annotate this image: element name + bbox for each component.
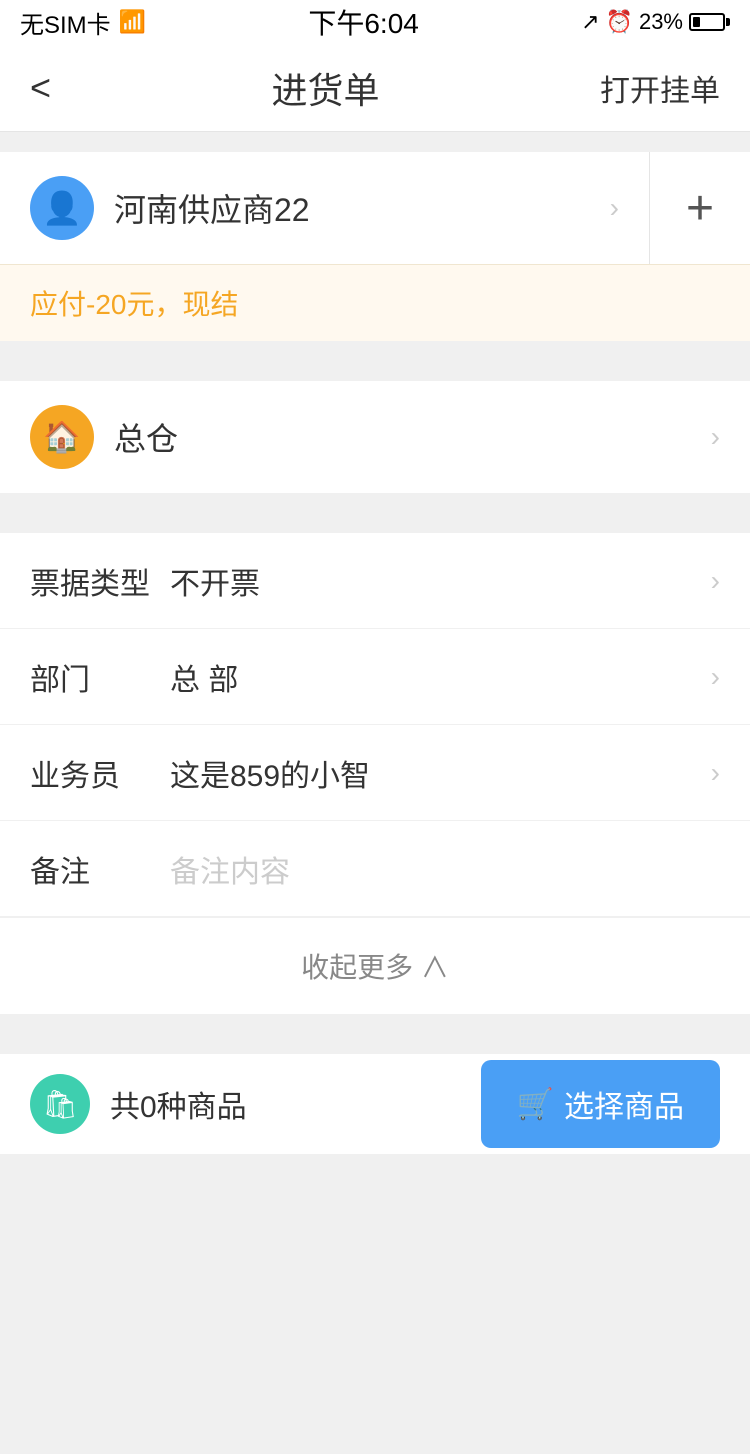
bottom-bar: 🛍 共0种商品 🛒 选择商品 (0, 1054, 750, 1154)
department-chevron: › (711, 661, 720, 693)
carrier-text: 无SIM卡 (20, 5, 111, 40)
section-gap-1 (0, 132, 750, 152)
remark-input[interactable]: 备注内容 (150, 847, 720, 891)
status-time: 下午6:04 (308, 2, 419, 42)
wifi-icon: 📶 (119, 9, 146, 35)
section-gap-2 (0, 341, 750, 361)
remark-row[interactable]: 备注 备注内容 (0, 821, 750, 917)
collapse-label: 收起更多 ∧ (301, 952, 449, 983)
add-supplier-button[interactable]: + (650, 152, 750, 264)
status-left: 无SIM卡 📶 (20, 5, 146, 40)
invoice-type-row[interactable]: 票据类型 不开票 › (0, 533, 750, 629)
invoice-type-chevron: › (711, 565, 720, 597)
notice-text: 应付-20元，现结 (30, 289, 238, 320)
status-right: ↗ ⏰ 23% (581, 9, 730, 35)
warehouse-row[interactable]: 🏠 总仓 › (0, 381, 750, 493)
supplier-name: 河南供应商22 (114, 185, 600, 231)
notice-banner: 应付-20元，现结 (0, 264, 750, 341)
collapse-button[interactable]: 收起更多 ∧ (0, 917, 750, 1014)
salesperson-label: 业务员 (30, 751, 150, 795)
nav-bar: < 进货单 打开挂单 (0, 44, 750, 132)
invoice-type-value: 不开票 (150, 559, 701, 603)
warehouse-chevron-icon: › (711, 421, 720, 453)
person-icon: 👤 (42, 189, 82, 227)
battery-text: 23% (639, 9, 683, 35)
supplier-section: 👤 河南供应商22 › + (0, 152, 750, 264)
select-product-button[interactable]: 🛒 选择商品 (481, 1060, 720, 1148)
select-btn-label: 选择商品 (564, 1082, 684, 1126)
salesperson-row[interactable]: 业务员 这是859的小智 › (0, 725, 750, 821)
invoice-type-label: 票据类型 (30, 559, 150, 603)
supplier-avatar: 👤 (30, 176, 94, 240)
salesperson-value: 这是859的小智 (150, 751, 701, 795)
section-gap-4 (0, 1014, 750, 1034)
product-count-text: 共0种商品 (110, 1082, 481, 1126)
content-background (0, 1154, 750, 1454)
department-row[interactable]: 部门 总 部 › (0, 629, 750, 725)
alarm-icon: ⏰ (606, 9, 633, 35)
product-icon-wrap: 🛍 (30, 1074, 90, 1134)
salesperson-chevron: › (711, 757, 720, 789)
battery-icon (689, 13, 730, 31)
warehouse-icon: 🏠 (43, 420, 80, 455)
status-bar: 无SIM卡 📶 下午6:04 ↗ ⏰ 23% (0, 0, 750, 44)
page-title: 进货单 (272, 62, 380, 114)
shopping-bag-icon: 🛍 (42, 1088, 78, 1121)
supplier-selector[interactable]: 👤 河南供应商22 › (0, 152, 650, 264)
location-icon: ↗ (581, 9, 599, 35)
cart-icon: 🛒 (517, 1087, 554, 1122)
chevron-right-icon: › (610, 192, 619, 224)
open-pending-button[interactable]: 打开挂单 (600, 66, 720, 110)
warehouse-name: 总仓 (114, 414, 701, 460)
department-label: 部门 (30, 655, 150, 699)
back-button[interactable]: < (30, 67, 51, 109)
section-gap-3 (0, 493, 750, 513)
fields-section: 票据类型 不开票 › 部门 总 部 › 业务员 这是859的小智 › 备注 备注… (0, 533, 750, 1014)
remark-label: 备注 (30, 847, 150, 891)
warehouse-icon-wrap: 🏠 (30, 405, 94, 469)
department-value: 总 部 (150, 655, 701, 699)
